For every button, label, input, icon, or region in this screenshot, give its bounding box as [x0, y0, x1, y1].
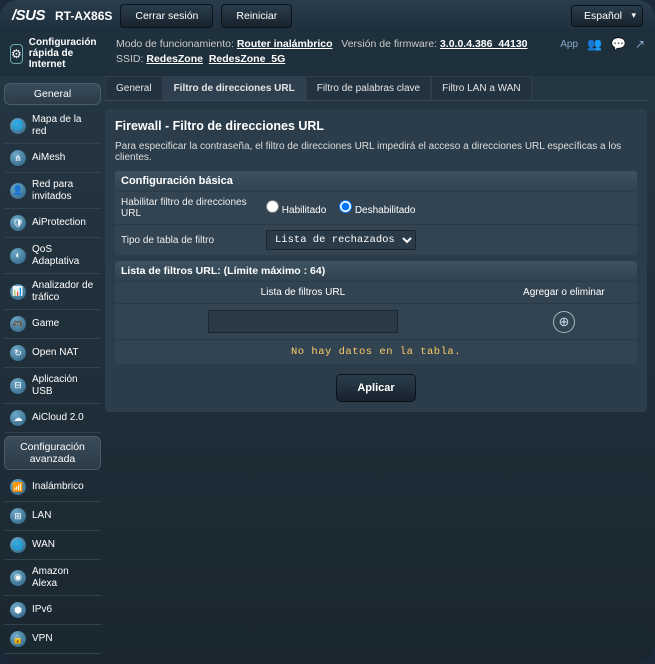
share-icon[interactable]: ↗	[635, 37, 645, 51]
col-add-header: Agregar o eliminar	[491, 282, 637, 304]
sidebar-section-general: General	[4, 83, 101, 105]
nav-label: Amazon Alexa	[32, 566, 95, 589]
ssid-1: RedesZone	[146, 53, 203, 65]
nav-aicloud[interactable]: ☁ AiCloud 2.0	[4, 404, 101, 433]
logout-button[interactable]: Cerrar sesión	[120, 4, 213, 28]
feedback-icon[interactable]: 💬	[611, 37, 626, 51]
nav-game[interactable]: 🎮 Game	[4, 310, 101, 339]
nav-label: Mapa de la red	[32, 114, 95, 137]
wan-icon: 🌐	[10, 537, 26, 553]
add-url-button[interactable]: ⊕	[553, 311, 575, 333]
language-dropdown[interactable]: Español	[571, 5, 643, 27]
fw-label: Versión de firmware:	[341, 38, 437, 50]
page-title: Firewall - Filtro de direcciones URL	[115, 119, 637, 133]
fw-value[interactable]: 3.0.0.4.386_44130	[440, 38, 528, 50]
nav-label: Open NAT	[32, 347, 79, 359]
brand-logo: /SUS	[12, 7, 45, 24]
filter-table-type-label: Tipo de tabla de filtro	[115, 225, 260, 256]
radio-enabled-label[interactable]: Habilitado	[266, 205, 329, 216]
nav-open-nat[interactable]: ↻ Open NAT	[4, 339, 101, 368]
sidebar-section-advanced: Configuración avanzada	[4, 436, 101, 470]
nav-label: WAN	[32, 539, 55, 551]
nav-alexa[interactable]: ◉ Amazon Alexa	[4, 560, 101, 596]
nav-label: VPN	[32, 633, 53, 645]
nav-label: AiProtection	[32, 217, 86, 229]
nav-ipv6[interactable]: ⬢ IPv6	[4, 596, 101, 625]
radio-disabled-label[interactable]: Deshabilitado	[339, 205, 415, 216]
nav-label: AiCloud 2.0	[32, 412, 84, 424]
wifi-icon: 📶	[10, 479, 26, 495]
model-name: RT-AX86S	[55, 9, 112, 23]
nav-network-map[interactable]: 🌐 Mapa de la red	[4, 108, 101, 144]
devices-icon[interactable]: 👥	[587, 37, 602, 51]
alexa-icon: ◉	[10, 570, 26, 586]
nav-label: Aplicación USB	[32, 374, 95, 397]
op-mode-value[interactable]: Router inalámbrico	[237, 38, 333, 50]
mesh-icon: ⋔	[10, 150, 26, 166]
nav-lan[interactable]: ⊞ LAN	[4, 502, 101, 531]
basic-config-header: Configuración básica	[115, 171, 637, 191]
radio-disabled[interactable]	[339, 200, 352, 213]
quick-setup-wizard[interactable]: ⚙ Configuración rápida de Internet	[10, 37, 110, 70]
page-description: Para especificar la contraseña, el filtr…	[115, 141, 637, 163]
nav-guest-network[interactable]: 👤 Red para invitados	[4, 173, 101, 209]
radio-enabled[interactable]	[266, 200, 279, 213]
usb-icon: ⊟	[10, 378, 26, 394]
tab-keyword-filter[interactable]: Filtro de palabras clave	[306, 76, 431, 100]
nav-vpn[interactable]: 🔒 VPN	[4, 625, 101, 654]
app-link[interactable]: App	[560, 39, 578, 50]
nav-label: QoS Adaptativa	[32, 244, 95, 267]
tab-lan-wan-filter[interactable]: Filtro LAN a WAN	[431, 76, 532, 100]
chart-icon: 📊	[10, 284, 26, 300]
op-mode-label: Modo de funcionamiento:	[116, 38, 234, 50]
guest-icon: 👤	[10, 183, 26, 199]
url-filter-list-header: Lista de filtros URL: (Límite máximo : 6…	[115, 261, 637, 281]
globe-icon: 🌐	[10, 118, 26, 134]
nav-aiprotection[interactable]: 🛡 AiProtection	[4, 209, 101, 238]
col-url-header: Lista de filtros URL	[115, 282, 491, 304]
reboot-button[interactable]: Reiniciar	[221, 4, 292, 28]
nav-wan[interactable]: 🌐 WAN	[4, 531, 101, 560]
nav-wireless[interactable]: 📶 Inalámbrico	[4, 473, 101, 502]
nav-aimesh[interactable]: ⋔ AiMesh	[4, 144, 101, 173]
ssid-2: RedesZone_5G	[209, 53, 285, 65]
nav-label: Red para invitados	[32, 179, 95, 202]
filter-table-type-select[interactable]: Lista de rechazados	[266, 230, 416, 250]
apply-button[interactable]: Aplicar	[336, 374, 415, 402]
nav-label: IPv6	[32, 604, 52, 616]
empty-table-message: No hay datos en la tabla.	[115, 340, 637, 365]
cloud-icon: ☁	[10, 410, 26, 426]
nat-icon: ↻	[10, 345, 26, 361]
ipv6-icon: ⬢	[10, 602, 26, 618]
enable-filter-label: Habilitar filtro de direcciones URL	[115, 192, 260, 225]
wizard-label: Configuración rápida de Internet	[29, 37, 110, 70]
nav-label: Analizador de tráfico	[32, 280, 95, 303]
radio-enabled-text: Habilitado	[282, 205, 326, 216]
nav-label: Game	[32, 318, 59, 330]
nav-usb-app[interactable]: ⊟ Aplicación USB	[4, 368, 101, 404]
radio-disabled-text: Deshabilitado	[355, 205, 416, 216]
nav-label: LAN	[32, 510, 51, 522]
vpn-icon: 🔒	[10, 631, 26, 647]
nav-label: AiMesh	[32, 152, 65, 164]
url-filter-input[interactable]	[208, 310, 398, 333]
nav-label: Inalámbrico	[32, 481, 84, 493]
tab-general[interactable]: General	[105, 76, 163, 100]
wizard-icon: ⚙	[10, 44, 23, 64]
shield-icon: 🛡	[10, 215, 26, 231]
nav-qos[interactable]: ◐ QoS Adaptativa	[4, 238, 101, 274]
gauge-icon: ◐	[10, 248, 26, 264]
lan-icon: ⊞	[10, 508, 26, 524]
nav-traffic-analyzer[interactable]: 📊 Analizador de tráfico	[4, 274, 101, 310]
tab-url-filter[interactable]: Filtro de direcciones URL	[163, 76, 306, 100]
ssid-label: SSID:	[116, 53, 143, 65]
gamepad-icon: 🎮	[10, 316, 26, 332]
